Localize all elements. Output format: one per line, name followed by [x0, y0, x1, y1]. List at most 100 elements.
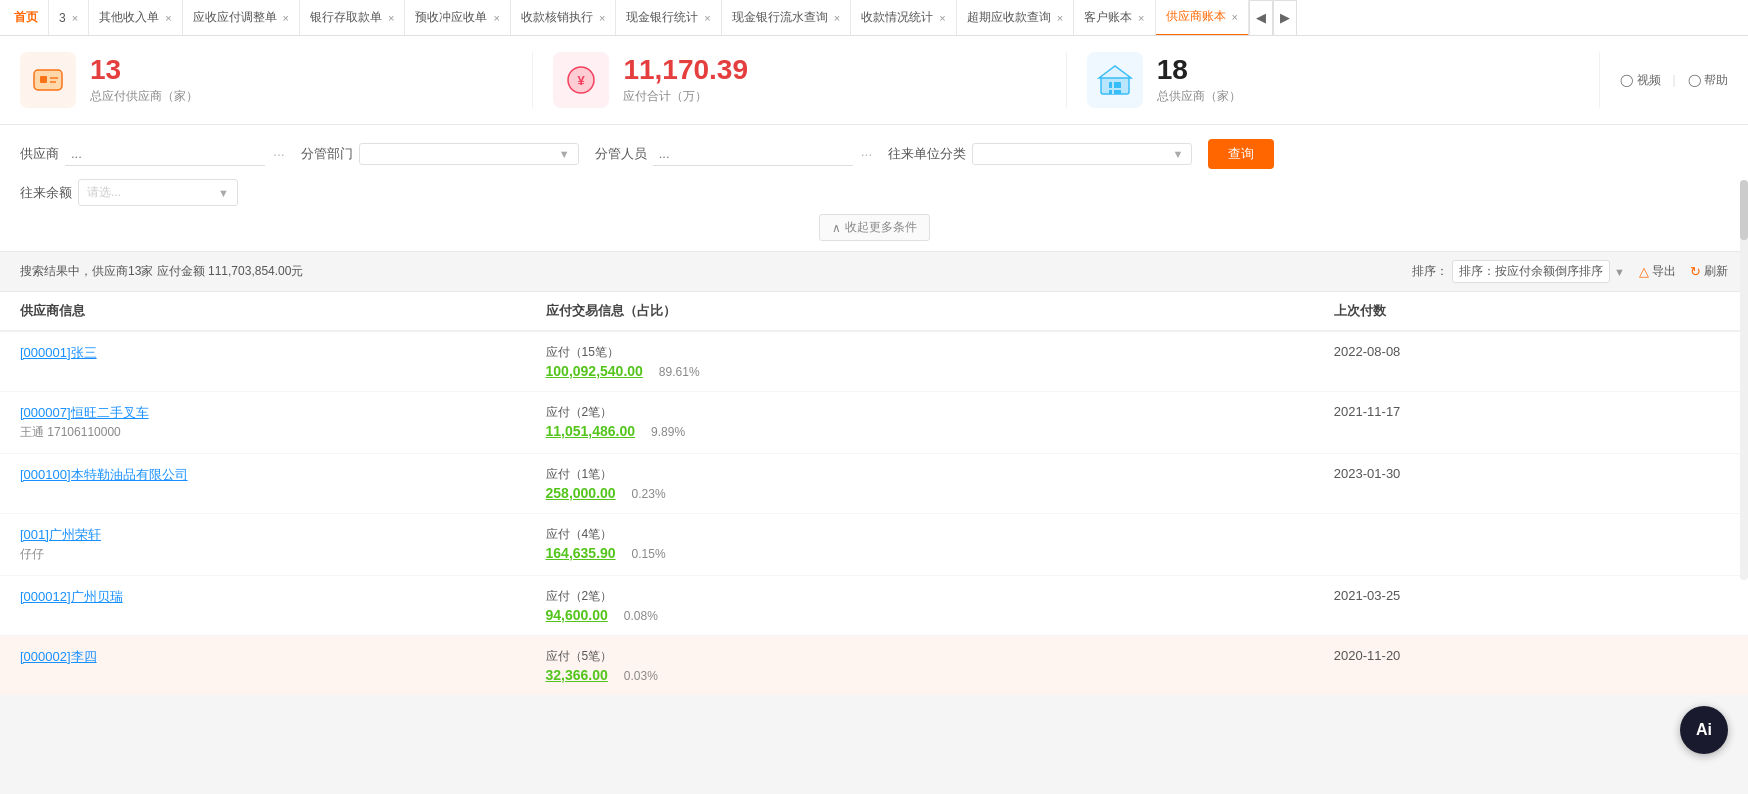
- result-actions: 排序： 排序：按应付余额倒序排序 ▼ △ 导出 ↻ 刷新: [1412, 260, 1728, 283]
- supplier-cell: [000012]广州贝瑞: [20, 588, 546, 606]
- close-icon[interactable]: ×: [704, 12, 710, 24]
- person-more-icon[interactable]: ···: [861, 146, 873, 162]
- table-row: [001]广州荣轩 仔仔 应付（4笔） 164,635.90 0.15%: [0, 514, 1748, 576]
- close-icon[interactable]: ×: [388, 12, 394, 24]
- close-icon[interactable]: ×: [493, 12, 499, 24]
- nav-tab-supplier-ledger-label: 供应商账本: [1166, 8, 1226, 25]
- nav-tab-ar-adjustment[interactable]: 应收应付调整单 ×: [183, 0, 300, 36]
- stat-payable-suppliers: 13 总应付供应商（家）: [20, 52, 533, 108]
- nav-tab-prepay[interactable]: 预收冲应收单 ×: [405, 0, 510, 36]
- last-pay-cell: 2020-11-20: [1334, 648, 1728, 663]
- sort-select[interactable]: 排序：按应付余额倒序排序: [1452, 260, 1610, 283]
- close-icon[interactable]: ×: [283, 12, 289, 24]
- close-icon[interactable]: ×: [165, 12, 171, 24]
- last-pay-cell: 2021-11-17: [1334, 404, 1728, 419]
- export-button[interactable]: △ 导出: [1639, 263, 1676, 280]
- nav-tab-prepay-label: 预收冲应收单: [415, 9, 487, 26]
- sort-control: 排序： 排序：按应付余额倒序排序 ▼: [1412, 260, 1625, 283]
- tx-label: 应付（2笔）: [546, 588, 1334, 605]
- tx-cell: 应付（1笔） 258,000.00 0.23%: [546, 466, 1334, 501]
- last-pay-date: 2022-08-08: [1334, 344, 1401, 359]
- result-bar: 搜索结果中，供应商13家 应付金额 111,703,854.00元 排序： 排序…: [0, 252, 1748, 292]
- nav-tab-other-income[interactable]: 其他收入单 ×: [89, 0, 182, 36]
- collapse-button[interactable]: ∧ 收起更多条件: [819, 214, 930, 241]
- help-btn[interactable]: ◯ 帮助: [1688, 72, 1728, 89]
- supplier-input[interactable]: [65, 142, 265, 166]
- tx-amount[interactable]: 94,600.00: [546, 607, 608, 623]
- video-btn[interactable]: ◯ 视频: [1620, 72, 1660, 89]
- nav-tab-receivable[interactable]: 收款核销执行 ×: [511, 0, 616, 36]
- chevron-down-icon: ▼: [559, 148, 570, 160]
- nav-tab-overdue[interactable]: 超期应收款查询 ×: [957, 0, 1074, 36]
- supplier-link[interactable]: [000100]本特勒油品有限公司: [20, 467, 188, 482]
- supplier-cell: [000007]恒旺二手叉车 王通 17106110000: [20, 404, 546, 441]
- person-input[interactable]: [653, 142, 853, 166]
- balance-select[interactable]: 请选... ▼: [78, 179, 238, 206]
- stat2-label: 应付合计（万）: [623, 88, 748, 105]
- export-label: 导出: [1652, 263, 1676, 280]
- nav-tab-overdue-label: 超期应收款查询: [967, 9, 1051, 26]
- svg-text:¥: ¥: [578, 73, 586, 88]
- category-label: 往来单位分类: [888, 145, 966, 163]
- nav-tab-cash-stat-label: 现金银行统计: [626, 9, 698, 26]
- chevron-down-icon-2: ▼: [1172, 148, 1183, 160]
- close-icon[interactable]: ×: [834, 12, 840, 24]
- nav-prev-arrow[interactable]: ◀: [1249, 0, 1273, 36]
- nav-tab-bank-flow-label: 现金银行流水查询: [732, 9, 828, 26]
- scrollbar-track: [1740, 180, 1748, 580]
- supplier-link[interactable]: [000012]广州贝瑞: [20, 589, 123, 604]
- supplier-link[interactable]: [000007]恒旺二手叉车: [20, 405, 149, 420]
- supplier-more-icon[interactable]: ···: [273, 146, 285, 162]
- close-icon[interactable]: ×: [72, 12, 78, 24]
- tx-amount[interactable]: 100,092,540.00: [546, 363, 643, 379]
- supplier-link[interactable]: [000002]李四: [20, 649, 97, 664]
- nav-tab-receivable-label: 收款核销执行: [521, 9, 593, 26]
- close-icon[interactable]: ×: [599, 12, 605, 24]
- nav-tab-bank-deposit[interactable]: 银行存取款单 ×: [300, 0, 405, 36]
- supplier-cell: [000002]李四: [20, 648, 546, 666]
- scrollbar-thumb[interactable]: [1740, 180, 1748, 240]
- main-table: 供应商信息 应付交易信息（占比） 上次付数 [000001]张三 应付（15笔）…: [0, 292, 1748, 696]
- question-icon: ◯: [1688, 73, 1701, 87]
- table-row: [000002]李四 应付（5笔） 32,366.00 0.03% 2020-1…: [0, 636, 1748, 696]
- tx-amount[interactable]: 32,366.00: [546, 667, 608, 683]
- nav-tab-cash-stat[interactable]: 现金银行统计 ×: [616, 0, 721, 36]
- close-icon[interactable]: ×: [939, 12, 945, 24]
- filter-area: 供应商 ··· 分管部门 ▼ 分管人员 ··· 往来单位分类 ▼ 查询 往来: [0, 125, 1748, 252]
- filter-category: 往来单位分类 ▼: [888, 143, 1192, 165]
- nav-tab-other-income-label: 其他收入单: [99, 9, 159, 26]
- circle-icon: ◯: [1620, 73, 1633, 87]
- supplier-link[interactable]: [000001]张三: [20, 345, 97, 360]
- query-button[interactable]: 查询: [1208, 139, 1274, 169]
- close-icon[interactable]: ×: [1138, 12, 1144, 24]
- supplier-cell: [001]广州荣轩 仔仔: [20, 526, 546, 563]
- last-pay-cell: 2022-08-08: [1334, 344, 1728, 359]
- nav-tab-bank-flow[interactable]: 现金银行流水查询 ×: [722, 0, 851, 36]
- col-tx-info: 应付交易信息（占比）: [546, 302, 1334, 320]
- close-icon[interactable]: ×: [1232, 11, 1238, 23]
- nav-tab-customer-ledger[interactable]: 客户账本 ×: [1074, 0, 1155, 36]
- help-label: 帮助: [1704, 73, 1728, 87]
- table-row: [000001]张三 应付（15笔） 100,092,540.00 89.61%…: [0, 332, 1748, 392]
- nav-next-arrow[interactable]: ▶: [1273, 0, 1297, 36]
- tx-amount[interactable]: 164,635.90: [546, 545, 616, 561]
- supplier-cell: [000001]张三: [20, 344, 546, 362]
- filter-supplier: 供应商 ···: [20, 142, 285, 166]
- stat1-value: 13: [90, 56, 198, 84]
- nav-tab-3[interactable]: 3 ×: [49, 0, 89, 36]
- tx-amount[interactable]: 11,051,486.00: [546, 423, 636, 439]
- supplier-cell: [000100]本特勒油品有限公司: [20, 466, 546, 484]
- tx-amount[interactable]: 258,000.00: [546, 485, 616, 501]
- department-select[interactable]: ▼: [359, 143, 579, 165]
- close-icon[interactable]: ×: [1057, 12, 1063, 24]
- filter-row-2: 往来余额 请选... ▼: [20, 179, 1728, 206]
- category-select[interactable]: ▼: [972, 143, 1192, 165]
- nav-tab-receipt-stat[interactable]: 收款情况统计 ×: [851, 0, 956, 36]
- nav-tab-3-label: 3: [59, 11, 66, 25]
- nav-tab-home[interactable]: 首页: [4, 0, 49, 36]
- refresh-button[interactable]: ↻ 刷新: [1690, 263, 1728, 280]
- supplier-link[interactable]: [001]广州荣轩: [20, 527, 101, 542]
- nav-tab-supplier-ledger[interactable]: 供应商账本 ×: [1156, 0, 1249, 36]
- filter-person: 分管人员 ···: [595, 142, 873, 166]
- stat1-text: 13 总应付供应商（家）: [90, 56, 198, 105]
